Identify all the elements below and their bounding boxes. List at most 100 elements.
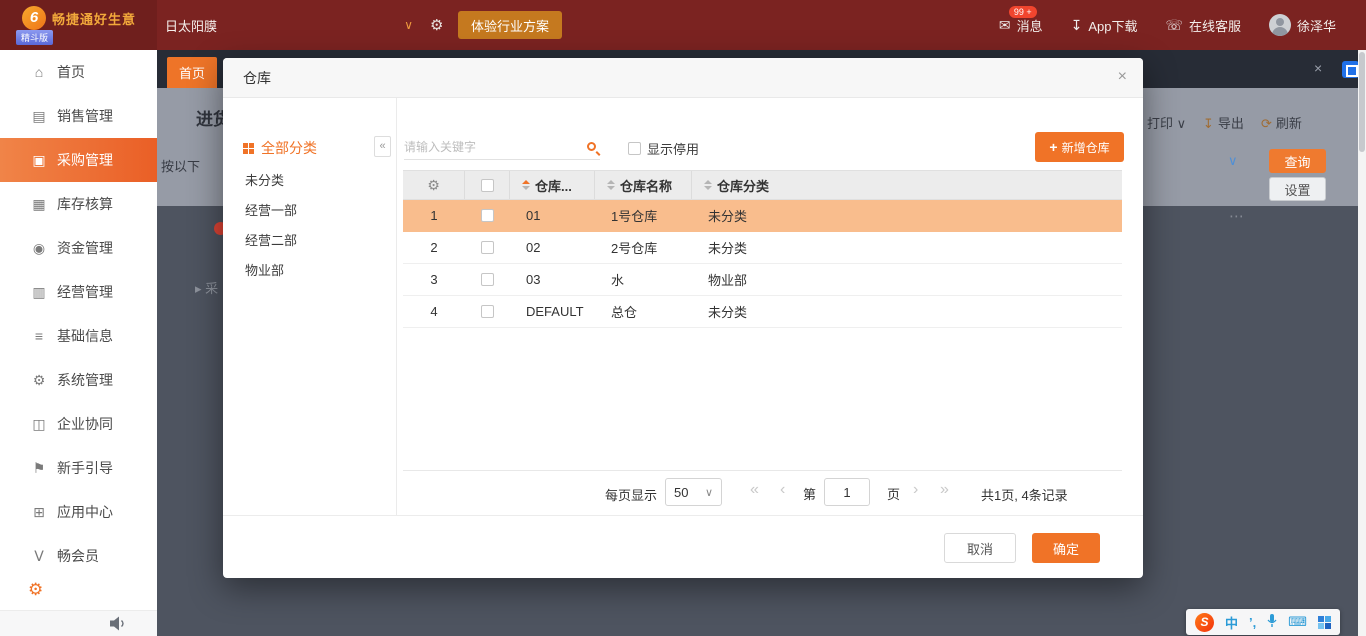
select-all-checkbox[interactable]: [480, 178, 494, 192]
fullscreen-icon[interactable]: [1342, 61, 1359, 78]
store-selector[interactable]: 日太阳膜 ∨: [165, 0, 413, 50]
sidebar-item-label: 经营管理: [57, 284, 113, 300]
industry-solution-button[interactable]: 体验行业方案: [458, 11, 562, 39]
sort-icon[interactable]: [704, 180, 712, 190]
topbar-gear-icon[interactable]: ⚙: [430, 0, 443, 50]
sidebar-item-guide[interactable]: ⚑ 新手引导: [0, 446, 157, 490]
scrollbar-thumb[interactable]: [1359, 52, 1365, 152]
sidebar-item-label: 首页: [57, 64, 85, 80]
sidebar-item-operations[interactable]: ▥ 经营管理: [0, 270, 157, 314]
close-icon[interactable]: ×: [1118, 68, 1127, 86]
announcement-speaker-icon[interactable]: [110, 616, 127, 636]
close-tabs-icon[interactable]: ×: [1314, 60, 1322, 76]
category-item[interactable]: 经营一部: [245, 200, 297, 219]
cancel-button[interactable]: 取消: [944, 533, 1016, 563]
app-download-item[interactable]: ↧ App下载: [1071, 16, 1138, 35]
category-all[interactable]: 全部分类: [243, 138, 317, 158]
sidebar-item-base-info[interactable]: ≡ 基础信息: [0, 314, 157, 358]
column-header-name[interactable]: 仓库名称: [595, 171, 692, 199]
column-header-code[interactable]: 仓库...: [510, 171, 595, 199]
last-page-icon[interactable]: »: [940, 481, 949, 499]
sidebar-item-collaboration[interactable]: ◫ 企业协同: [0, 402, 157, 446]
sidebar-item-sales[interactable]: ▤ 销售管理: [0, 94, 157, 138]
row-checkbox[interactable]: [481, 209, 494, 222]
base-info-icon: ≡: [34, 328, 44, 344]
add-warehouse-button[interactable]: + 新增仓库: [1035, 132, 1124, 162]
warehouse-table: ⚙ 仓库... 仓库名称 仓库分类 1 01 1号仓库 未分类 2 02 2号仓…: [403, 170, 1122, 328]
print-button[interactable]: 打印 ∨: [1147, 113, 1186, 132]
chevron-down-icon[interactable]: ∨: [1228, 153, 1238, 169]
table-row[interactable]: 3 03 水 物业部: [403, 264, 1122, 296]
messages-label: 消息: [1016, 18, 1043, 34]
category-item[interactable]: 经营二部: [245, 230, 297, 249]
tab-home[interactable]: 首页: [167, 57, 217, 88]
export-icon: ↧: [1203, 116, 1214, 131]
export-button[interactable]: ↧ 导出: [1203, 113, 1244, 132]
confirm-button[interactable]: 确定: [1032, 533, 1100, 563]
row-checkbox[interactable]: [481, 305, 494, 318]
filter-text-fragment: 按以下: [161, 159, 201, 174]
table-row[interactable]: 2 02 2号仓库 未分类: [403, 232, 1122, 264]
topbar-right-cluster: ✉ 消息 99 + ↧ App下载 ☏ 在线客服 徐泽华: [999, 0, 1336, 50]
search-box: [404, 134, 600, 160]
avatar: [1268, 14, 1291, 36]
page-number-input[interactable]: [824, 478, 870, 506]
table-bottom-divider: [403, 470, 1122, 471]
messages-item[interactable]: ✉ 消息 99 +: [999, 5, 1043, 35]
keyboard-icon[interactable]: ⌨: [1288, 614, 1307, 630]
chevron-down-icon: ∨: [404, 18, 413, 32]
app-download-label: App下载: [1088, 18, 1138, 34]
sidebar-item-label: 采购管理: [57, 152, 113, 168]
refresh-button[interactable]: ⟳ 刷新: [1261, 113, 1302, 132]
brand-name: 畅捷通好生意: [52, 12, 137, 27]
sort-icon[interactable]: [607, 180, 615, 190]
sidebar-item-funds[interactable]: ◉ 资金管理: [0, 226, 157, 270]
ime-language-icon[interactable]: 中: [1225, 613, 1238, 632]
search-input[interactable]: [404, 139, 587, 154]
sidebar-item-member[interactable]: Ⅴ 畅会员: [0, 534, 157, 578]
prev-page-icon[interactable]: ‹: [780, 481, 785, 499]
settings-button[interactable]: 设置: [1269, 177, 1326, 201]
more-options-icon[interactable]: ⋯: [1229, 207, 1244, 225]
table-row[interactable]: 4 DEFAULT 总仓 未分类: [403, 296, 1122, 328]
show-disabled-label: 显示停用: [647, 142, 700, 157]
show-disabled-option[interactable]: 显示停用: [628, 139, 699, 158]
sogou-logo-icon[interactable]: S: [1195, 612, 1214, 632]
category-item[interactable]: 物业部: [245, 260, 284, 279]
sidebar-item-app-center[interactable]: ⊞ 应用中心: [0, 490, 157, 534]
per-page-select[interactable]: 50 ∨: [665, 478, 722, 506]
row-checkbox[interactable]: [481, 273, 494, 286]
sidebar-item-system[interactable]: ⚙ 系统管理: [0, 358, 157, 402]
edition-badge: 精斗版: [16, 30, 54, 45]
next-page-icon[interactable]: ›: [913, 481, 918, 499]
sidebar-bottom-bar: [0, 610, 157, 636]
show-disabled-checkbox[interactable]: [628, 142, 641, 155]
modal-titlebar: 仓库 ×: [223, 58, 1143, 98]
search-icon[interactable]: [587, 142, 596, 151]
footer-divider: [223, 515, 1143, 516]
ime-punctuation-icon[interactable]: ’,: [1249, 615, 1256, 630]
sidebar-item-inventory[interactable]: ▦ 库存核算: [0, 182, 157, 226]
page-prefix: 第: [803, 487, 817, 502]
table-row[interactable]: 1 01 1号仓库 未分类: [403, 200, 1122, 232]
row-checkbox[interactable]: [481, 241, 494, 254]
first-page-icon[interactable]: «: [750, 481, 759, 499]
query-button[interactable]: 查询: [1269, 149, 1326, 173]
modal-body: 全部分类 « 未分类 经营一部 经营二部 物业部 显示停用 + 新增仓库 ⚙: [223, 98, 1143, 578]
online-support-item[interactable]: ☏ 在线客服: [1165, 16, 1241, 35]
sidebar-settings-gear-icon[interactable]: ⚙: [28, 580, 43, 600]
microphone-icon[interactable]: [1267, 613, 1277, 631]
support-label: 在线客服: [1188, 18, 1241, 34]
column-settings-gear-icon[interactable]: ⚙: [427, 177, 440, 194]
tree-node-fragment[interactable]: ▸ 采: [195, 278, 218, 297]
collapse-panel-button[interactable]: «: [374, 136, 391, 157]
plus-icon: +: [1049, 139, 1058, 155]
category-item[interactable]: 未分类: [245, 170, 284, 189]
ime-toolbox-icon[interactable]: [1318, 615, 1332, 629]
sidebar-item-home[interactable]: ⌂ 首页: [0, 50, 157, 94]
user-menu[interactable]: 徐泽华: [1268, 14, 1336, 36]
sort-icon[interactable]: [522, 180, 530, 190]
sidebar-item-purchase[interactable]: ▣ 采购管理: [0, 138, 157, 182]
column-header-category[interactable]: 仓库分类: [692, 171, 1122, 199]
page-scrollbar[interactable]: [1358, 50, 1366, 636]
